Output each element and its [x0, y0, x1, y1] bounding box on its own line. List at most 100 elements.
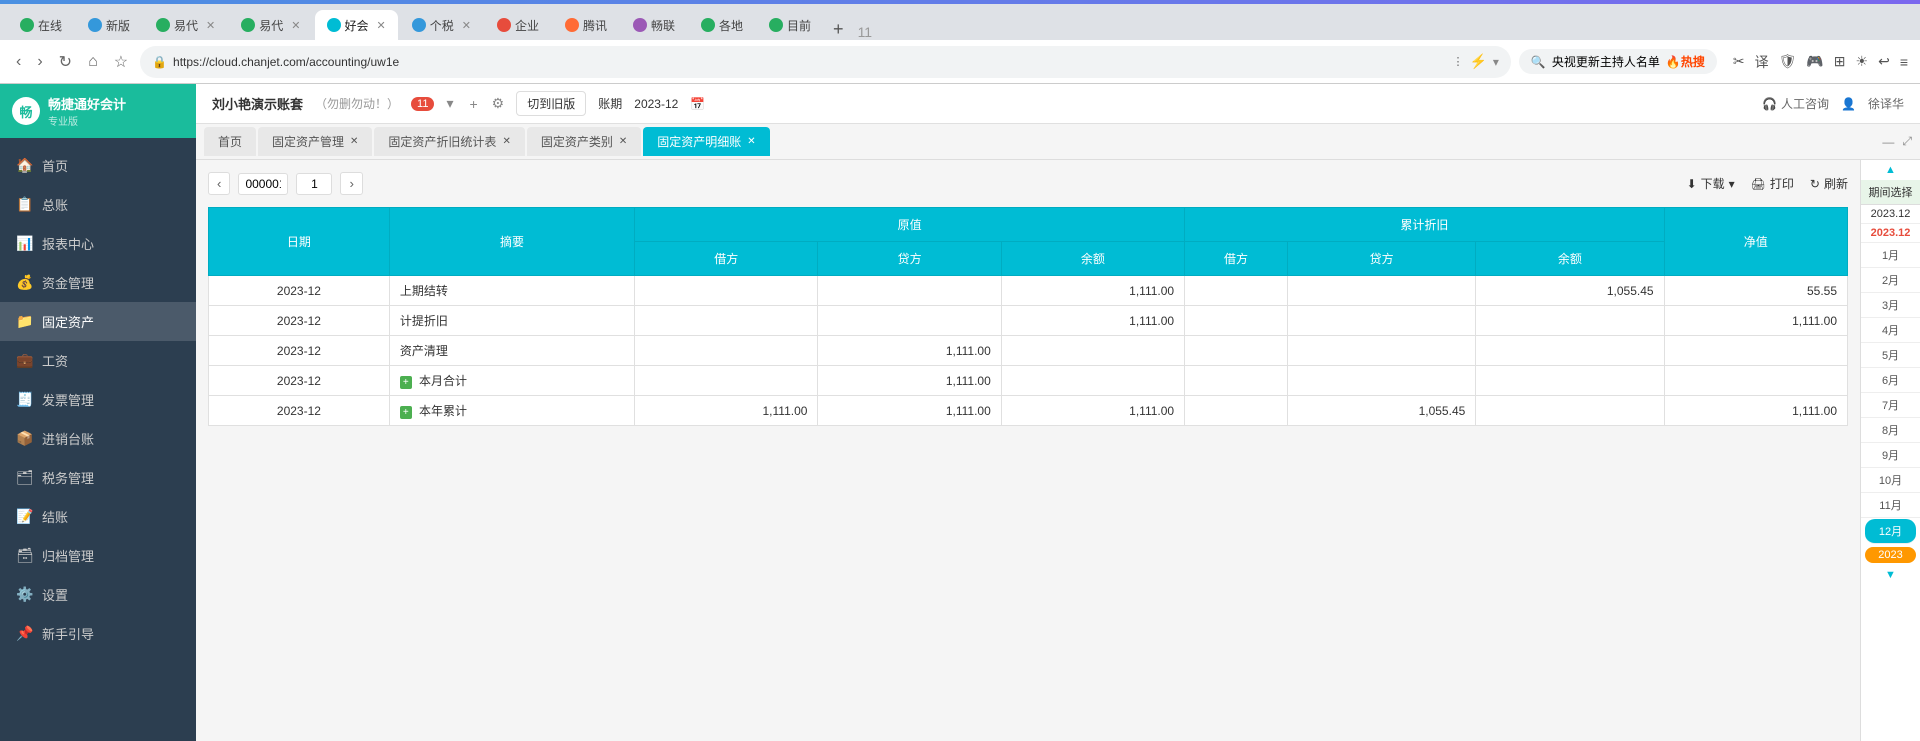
period-month-8[interactable]: 8月	[1861, 418, 1920, 443]
asset-number-input[interactable]	[238, 173, 288, 195]
period-month-7[interactable]: 7月	[1861, 393, 1920, 418]
bookmark-button[interactable]: ☆	[110, 48, 132, 76]
period-month-6[interactable]: 6月	[1861, 368, 1920, 393]
sidebar-item-invoice[interactable]: 🧾 发票管理	[0, 380, 196, 419]
browser-tab-gedi[interactable]: 各地	[689, 10, 755, 40]
lightning-icon[interactable]: ⚡	[1469, 53, 1486, 70]
switch-version-button[interactable]: 切到旧版	[516, 91, 586, 116]
tab-close-haohui[interactable]: ✕	[377, 19, 386, 32]
human-service-label: 人工咨询	[1781, 95, 1829, 112]
page-number-input[interactable]	[296, 173, 332, 195]
tab-depreciation-stats[interactable]: 固定资产折旧统计表 ✕	[374, 127, 524, 156]
period-month-5[interactable]: 5月	[1861, 343, 1920, 368]
next-page-button[interactable]: ›	[340, 172, 362, 195]
forward-button[interactable]: ›	[33, 49, 46, 75]
invoice-icon: 🧾	[16, 391, 32, 408]
reload-button[interactable]: ↻	[55, 48, 76, 76]
search-text: 央视更新主持人名单	[1552, 53, 1660, 70]
translate-icon[interactable]: 译	[1755, 52, 1769, 72]
settings-small-icon[interactable]: ⚙	[492, 95, 505, 112]
period-month-11[interactable]: 11月	[1861, 493, 1920, 518]
period-month-9[interactable]: 9月	[1861, 443, 1920, 468]
sidebar-item-tax[interactable]: 🗂 税务管理	[0, 458, 196, 497]
period-month-2[interactable]: 2月	[1861, 268, 1920, 293]
browser-tab-muqian[interactable]: 目前	[757, 10, 823, 40]
brightness-icon[interactable]: ☀	[1856, 53, 1869, 70]
tab-fixed-detail[interactable]: 固定资产明细账 ✕	[643, 127, 769, 156]
tab-home[interactable]: 首页	[204, 127, 256, 156]
new-tab-button[interactable]: +	[825, 19, 852, 40]
sidebar-item-guide[interactable]: 📌 新手引导	[0, 614, 196, 653]
add-account-icon[interactable]: +	[469, 96, 477, 112]
dropdown-arrow-icon[interactable]: ▾	[446, 95, 453, 112]
grid-icon[interactable]: ⊞	[1834, 53, 1846, 70]
game-icon[interactable]: 🎮	[1806, 53, 1823, 70]
period-month-4[interactable]: 4月	[1861, 318, 1920, 343]
sidebar-item-fixed-assets[interactable]: 📁 固定资产	[0, 302, 196, 341]
tab-label-gedi: 各地	[719, 17, 743, 34]
dropdown-icon[interactable]: ▾	[1493, 55, 1499, 69]
home-button[interactable]: ⌂	[84, 49, 102, 75]
calendar-icon[interactable]: 📅	[690, 97, 705, 111]
browser-tab-online[interactable]: 在线	[8, 10, 74, 40]
browser-tab-new[interactable]: 新版	[76, 10, 142, 40]
cut-icon[interactable]: ✂	[1733, 53, 1745, 70]
sidebar-item-funds[interactable]: 💰 资金管理	[0, 263, 196, 302]
tab-close-fixed-detail[interactable]: ✕	[747, 136, 755, 147]
tab-favicon-muqian	[769, 18, 783, 32]
header-summary: 摘要	[389, 208, 634, 276]
shield-icon[interactable]: 🛡	[1779, 53, 1797, 70]
human-service-button[interactable]: 🎧 人工咨询	[1762, 95, 1829, 112]
tax-icon: 🗂	[16, 469, 32, 486]
period-year-current[interactable]: 2023.12	[1861, 205, 1920, 224]
year-badge-2023[interactable]: 2023	[1865, 547, 1916, 563]
minimize-icon[interactable]: —	[1882, 135, 1894, 149]
sidebar-item-reports[interactable]: 📊 报表中心	[0, 224, 196, 263]
tab-close-geshui[interactable]: ✕	[462, 19, 471, 32]
period-year-highlight[interactable]: 2023.12	[1861, 224, 1920, 243]
tab-close-depreciation-stats[interactable]: ✕	[502, 136, 510, 147]
browser-tab-qiye[interactable]: 企业	[485, 10, 551, 40]
scroll-up-icon[interactable]: ▲	[1861, 160, 1920, 180]
sidebar-item-general-ledger[interactable]: 📋 总账	[0, 185, 196, 224]
notification-badge[interactable]: 11	[411, 97, 434, 111]
tab-fixed-category[interactable]: 固定资产类别 ✕	[527, 127, 641, 156]
download-dropdown-icon[interactable]: ▾	[1729, 177, 1735, 191]
sidebar-item-purchase-sale[interactable]: 📦 进销台账	[0, 419, 196, 458]
search-bar[interactable]: 🔍 央视更新主持人名单 🔥热搜	[1519, 49, 1717, 74]
browser-tab-chang[interactable]: 畅联	[621, 10, 687, 40]
sidebar-item-payroll[interactable]: 💼 工资	[0, 341, 196, 380]
sidebar-label-funds: 资金管理	[42, 273, 94, 292]
prev-page-button[interactable]: ‹	[208, 172, 230, 195]
tab-close-yidai1[interactable]: ✕	[206, 19, 215, 32]
site-info-icon[interactable]: ⋮	[1452, 55, 1463, 68]
sidebar-item-settings[interactable]: ⚙️ 设置	[0, 575, 196, 614]
browser-tab-haohui[interactable]: 好会 ✕	[315, 10, 398, 40]
menu-icon[interactable]: ≡	[1900, 54, 1908, 70]
scroll-down-icon[interactable]: ▼	[1861, 565, 1920, 585]
tab-close-fixed-assets[interactable]: ✕	[350, 136, 358, 147]
sidebar-item-settlement[interactable]: 📝 结账	[0, 497, 196, 536]
refresh-button[interactable]: ↻ 刷新	[1810, 175, 1848, 192]
maximize-icon[interactable]: ⤢	[1902, 134, 1912, 149]
print-button[interactable]: 🖨 打印	[1751, 175, 1794, 192]
tab-fixed-assets[interactable]: 固定资产管理 ✕	[258, 127, 372, 156]
period-month-10[interactable]: 10月	[1861, 468, 1920, 493]
row5-dep-debit	[1185, 396, 1288, 426]
tab-close-fixed-category[interactable]: ✕	[619, 136, 627, 147]
address-field[interactable]: 🔒 https://cloud.chanjet.com/accounting/u…	[140, 46, 1511, 78]
browser-tab-yidai1[interactable]: 易代 ✕	[144, 10, 227, 40]
sidebar-item-home[interactable]: 🏠 首页	[0, 146, 196, 185]
tab-close-yidai2[interactable]: ✕	[291, 19, 300, 32]
browser-tab-geshui[interactable]: 个税 ✕	[400, 10, 483, 40]
period-month-1[interactable]: 1月	[1861, 243, 1920, 268]
back-button[interactable]: ‹	[12, 49, 25, 75]
browser-tab-yidai2[interactable]: 易代 ✕	[229, 10, 312, 40]
download-button[interactable]: ⬇ 下载 ▾	[1687, 175, 1735, 192]
browser-tab-tencent[interactable]: 腾讯	[553, 10, 619, 40]
history-icon[interactable]: ↩	[1878, 53, 1890, 70]
row2-orig-credit	[818, 306, 1001, 336]
period-month-12[interactable]: 12月	[1865, 519, 1916, 544]
period-month-3[interactable]: 3月	[1861, 293, 1920, 318]
sidebar-item-archive[interactable]: 🗃 归档管理	[0, 536, 196, 575]
